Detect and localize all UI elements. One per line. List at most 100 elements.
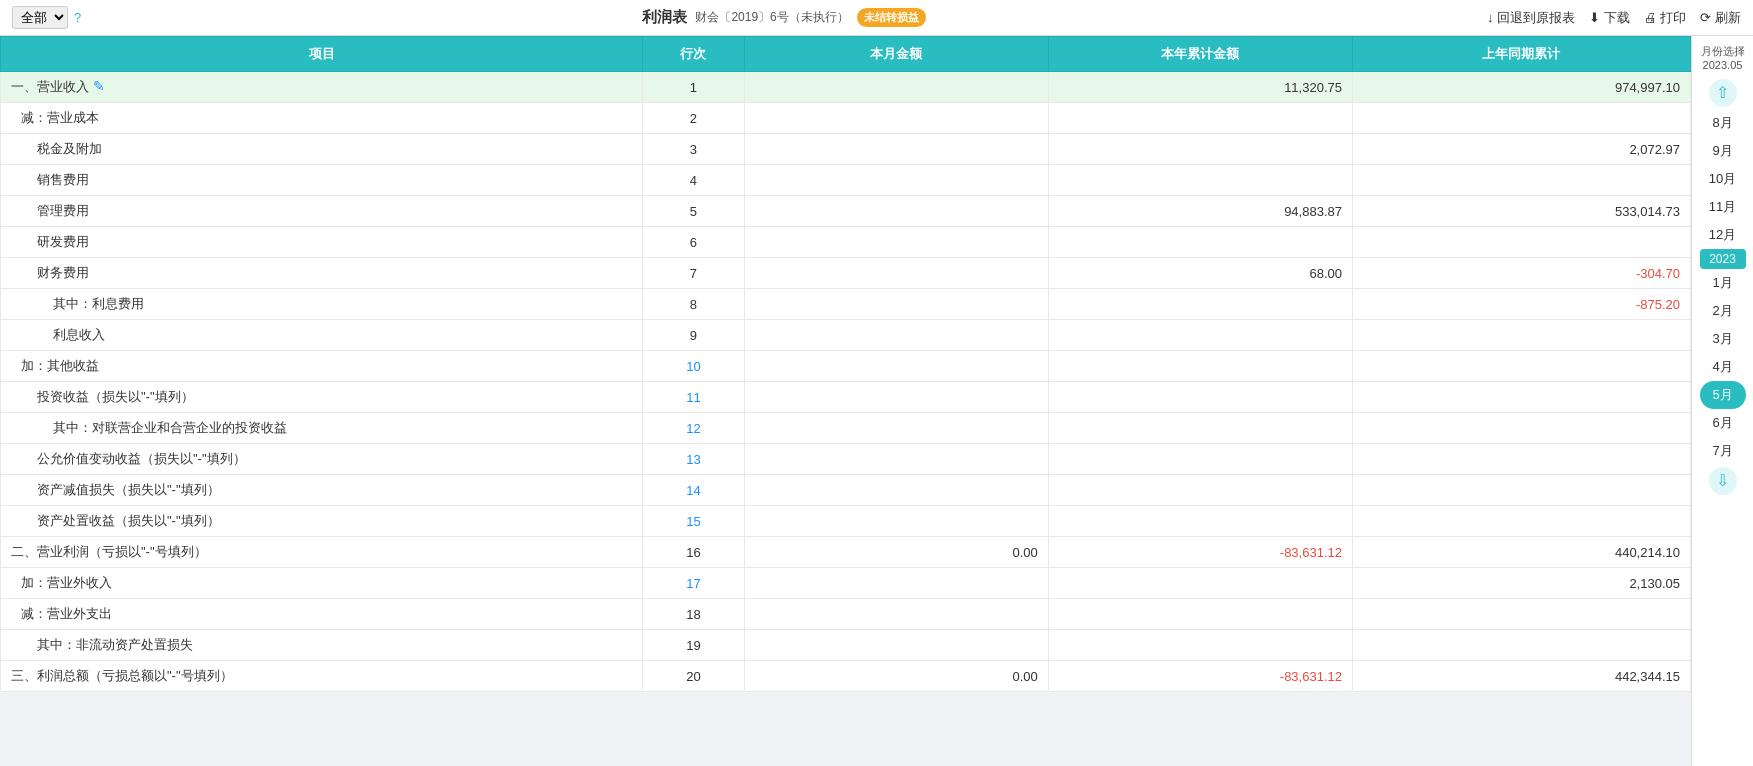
prev-value	[1352, 227, 1690, 258]
download-button[interactable]: ⬇ 下载	[1589, 9, 1630, 27]
table-row: 其中：利息费用8-875.20	[1, 289, 1691, 320]
table-row: 资产减值损失（损失以"-"填列）14	[1, 475, 1691, 506]
row-label: 资产处置收益（损失以"-"填列）	[1, 506, 643, 537]
month-value	[744, 568, 1048, 599]
year-value: 68.00	[1048, 258, 1352, 289]
row-label: 一、营业收入 ✎	[1, 72, 643, 103]
year-value	[1048, 227, 1352, 258]
row-label: 加：其他收益	[1, 351, 643, 382]
row-number: 9	[643, 320, 744, 351]
row-number: 4	[643, 165, 744, 196]
prev-value: 2,130.05	[1352, 568, 1690, 599]
row-number[interactable]: 10	[643, 351, 744, 382]
year-value	[1048, 475, 1352, 506]
year-value: 94,883.87	[1048, 196, 1352, 227]
year-value	[1048, 103, 1352, 134]
row-number[interactable]: 13	[643, 444, 744, 475]
prev-value: 442,344.15	[1352, 661, 1690, 692]
prev-value: 533,014.73	[1352, 196, 1690, 227]
month-item[interactable]: 6月	[1700, 409, 1746, 437]
month-item[interactable]: 9月	[1700, 137, 1746, 165]
prev-value: 974,997.10	[1352, 72, 1690, 103]
month-value: 0.00	[744, 661, 1048, 692]
col-header-row: 行次	[643, 37, 744, 72]
report-table: 项目 行次 本月金额 本年累计金额 上年同期累计 一、营业收入 ✎111,320…	[0, 36, 1691, 692]
prev-value	[1352, 413, 1690, 444]
col-header-item: 项目	[1, 37, 643, 72]
month-sidebar-title: 月份选择2023.05	[1701, 40, 1745, 77]
row-label: 减：营业成本	[1, 103, 643, 134]
month-item[interactable]: 8月	[1700, 109, 1746, 137]
top-bar-right: ↓ 回退到原报表 ⬇ 下载 🖨 打印 ⟳ 刷新	[1487, 9, 1741, 27]
year-marker: 2023	[1700, 249, 1746, 269]
table-row: 减：营业外支出18	[1, 599, 1691, 630]
month-item[interactable]: 2月	[1700, 297, 1746, 325]
edit-icon[interactable]: ✎	[89, 78, 105, 94]
month-nav-down[interactable]: ⇩	[1709, 467, 1737, 495]
row-number: 8	[643, 289, 744, 320]
row-number[interactable]: 15	[643, 506, 744, 537]
month-value	[744, 103, 1048, 134]
row-label: 研发费用	[1, 227, 643, 258]
month-value	[744, 351, 1048, 382]
table-row: 其中：非流动资产处置损失19	[1, 630, 1691, 661]
month-item[interactable]: 11月	[1700, 193, 1746, 221]
help-icon[interactable]: ?	[74, 10, 81, 25]
back-button[interactable]: ↓ 回退到原报表	[1487, 9, 1575, 27]
month-value	[744, 258, 1048, 289]
month-value	[744, 413, 1048, 444]
row-label: 其中：对联营企业和合营企业的投资收益	[1, 413, 643, 444]
month-value	[744, 196, 1048, 227]
row-label: 加：营业外收入	[1, 568, 643, 599]
refresh-button[interactable]: ⟳ 刷新	[1700, 9, 1741, 27]
row-number: 20	[643, 661, 744, 692]
month-item[interactable]: 10月	[1700, 165, 1746, 193]
row-number: 2	[643, 103, 744, 134]
month-item[interactable]: 7月	[1700, 437, 1746, 465]
row-number[interactable]: 17	[643, 568, 744, 599]
row-number[interactable]: 14	[643, 475, 744, 506]
prev-value	[1352, 599, 1690, 630]
table-row: 销售费用4	[1, 165, 1691, 196]
row-label: 管理费用	[1, 196, 643, 227]
print-button[interactable]: 🖨 打印	[1644, 9, 1687, 27]
row-number: 19	[643, 630, 744, 661]
row-label: 其中：利息费用	[1, 289, 643, 320]
table-row: 加：营业外收入17 2,130.05	[1, 568, 1691, 599]
row-number[interactable]: 12	[643, 413, 744, 444]
month-item[interactable]: 1月	[1700, 269, 1746, 297]
month-item[interactable]: 5月	[1700, 381, 1746, 409]
prev-value	[1352, 103, 1690, 134]
top-bar: 全部 ? 利润表 财会〔2019〕6号（未执行） 未结转损益 ↓ 回退到原报表 …	[0, 0, 1753, 36]
month-value	[744, 320, 1048, 351]
month-item[interactable]: 4月	[1700, 353, 1746, 381]
table-area: 项目 行次 本月金额 本年累计金额 上年同期累计 一、营业收入 ✎111,320…	[0, 36, 1691, 766]
scope-dropdown[interactable]: 全部	[12, 6, 68, 29]
table-row: 利息收入9	[1, 320, 1691, 351]
prev-value: 2,072.97	[1352, 134, 1690, 165]
table-row: 资产处置收益（损失以"-"填列）15	[1, 506, 1691, 537]
table-row: 投资收益（损失以"-"填列）11	[1, 382, 1691, 413]
table-row: 公允价值变动收益（损失以"-"填列）13	[1, 444, 1691, 475]
month-item[interactable]: 12月	[1700, 221, 1746, 249]
month-nav-up[interactable]: ⇧	[1709, 79, 1737, 107]
col-header-prev: 上年同期累计	[1352, 37, 1690, 72]
table-row: 其中：对联营企业和合营企业的投资收益12	[1, 413, 1691, 444]
table-row: 研发费用6	[1, 227, 1691, 258]
month-value	[744, 630, 1048, 661]
month-value	[744, 444, 1048, 475]
table-row: 管理费用5 94,883.87533,014.73	[1, 196, 1691, 227]
month-value	[744, 599, 1048, 630]
month-item[interactable]: 3月	[1700, 325, 1746, 353]
row-number: 5	[643, 196, 744, 227]
table-row: 税金及附加32,072.97	[1, 134, 1691, 165]
prev-value	[1352, 320, 1690, 351]
month-value: 0.00	[744, 537, 1048, 568]
row-number: 1	[643, 72, 744, 103]
year-value: 11,320.75	[1048, 72, 1352, 103]
prev-value	[1352, 444, 1690, 475]
year-value	[1048, 599, 1352, 630]
table-row: 二、营业利润（亏损以"-"号填列）160.00-83,631.12440,214…	[1, 537, 1691, 568]
row-label: 投资收益（损失以"-"填列）	[1, 382, 643, 413]
row-number[interactable]: 11	[643, 382, 744, 413]
